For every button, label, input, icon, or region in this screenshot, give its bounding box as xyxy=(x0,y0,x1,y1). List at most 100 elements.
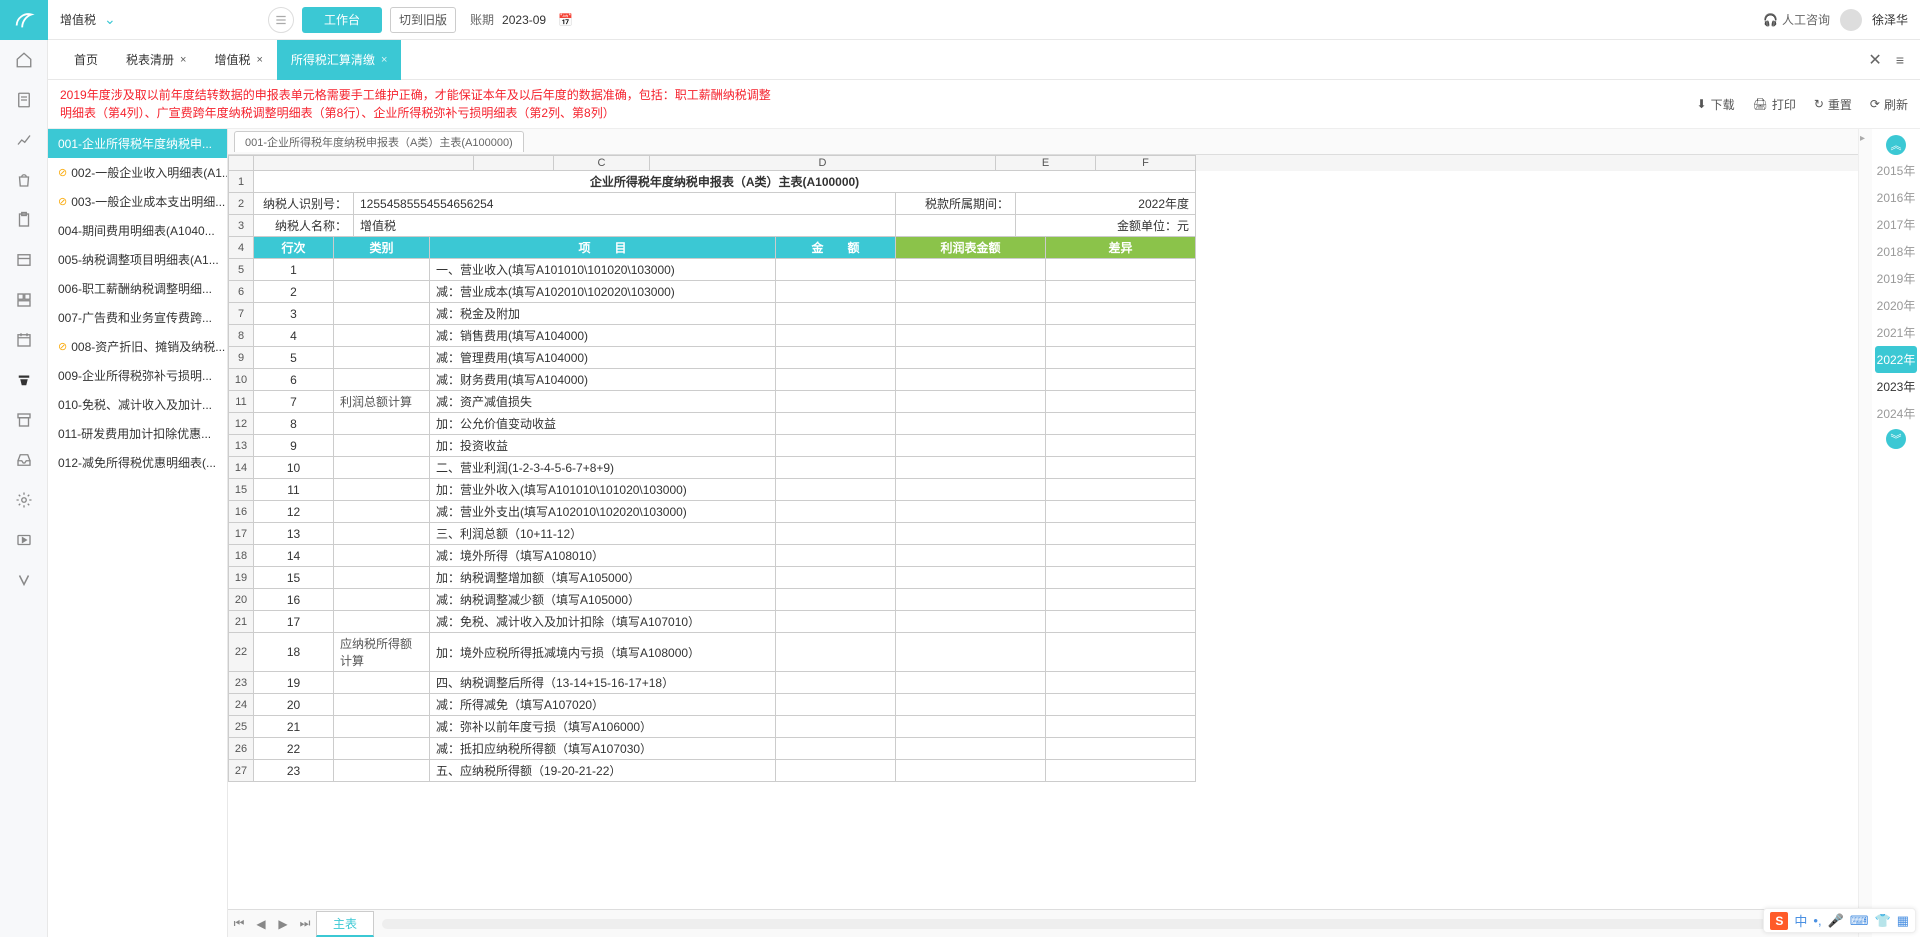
pl-amount-cell[interactable] xyxy=(896,672,1046,694)
diff-cell[interactable] xyxy=(1046,545,1196,567)
taxpayer-name-value[interactable]: 增值税 xyxy=(354,215,896,237)
year-down-icon[interactable]: ︾ xyxy=(1886,429,1906,449)
tax-period-value[interactable]: 2022年度 xyxy=(1016,193,1196,215)
close-icon[interactable]: × xyxy=(381,54,387,66)
item-cell[interactable]: 加：纳税调整增加额（填写A105000） xyxy=(430,567,776,589)
diff-cell[interactable] xyxy=(1046,611,1196,633)
item-cell[interactable]: 减：税金及附加 xyxy=(430,303,776,325)
ime-skin-icon[interactable]: 👕 xyxy=(1875,913,1891,929)
page-tab[interactable]: 首页 xyxy=(60,40,112,80)
ime-keyboard-icon[interactable]: ⌨ xyxy=(1850,913,1869,929)
nav-archive-icon[interactable] xyxy=(0,400,48,440)
diff-cell[interactable] xyxy=(1046,501,1196,523)
diff-cell[interactable] xyxy=(1046,694,1196,716)
sheet-nav-last-icon[interactable]: ⏭ xyxy=(294,916,316,931)
pl-amount-cell[interactable] xyxy=(896,523,1046,545)
amount-cell[interactable] xyxy=(776,457,896,479)
app-logo[interactable] xyxy=(0,0,48,40)
nav-video-icon[interactable] xyxy=(0,520,48,560)
diff-cell[interactable] xyxy=(1046,413,1196,435)
amount-cell[interactable] xyxy=(776,589,896,611)
tree-item[interactable]: ⊘003-一般企业成本支出明细... xyxy=(48,187,227,216)
item-cell[interactable]: 五、应纳税所得额（19-20-21-22） xyxy=(430,760,776,782)
sheet-tab-main[interactable]: 主表 xyxy=(316,911,374,937)
ime-toolbox-icon[interactable]: ▦ xyxy=(1897,913,1909,929)
year-option[interactable]: 2023年 xyxy=(1875,373,1917,400)
nav-settings-icon[interactable] xyxy=(0,480,48,520)
year-option[interactable]: 2021年 xyxy=(1875,319,1917,346)
amount-cell[interactable] xyxy=(776,413,896,435)
nav-clipboard-icon[interactable] xyxy=(0,200,48,240)
pl-amount-cell[interactable] xyxy=(896,303,1046,325)
sheet-nav-first-icon[interactable]: ⏮ xyxy=(228,916,250,931)
page-tab[interactable]: 所得税汇算清缴× xyxy=(277,40,401,80)
diff-cell[interactable] xyxy=(1046,347,1196,369)
pl-amount-cell[interactable] xyxy=(896,694,1046,716)
item-cell[interactable]: 加：营业外收入(填写A101010\101020\103000) xyxy=(430,479,776,501)
item-cell[interactable]: 三、利润总额（10+11-12） xyxy=(430,523,776,545)
nav-bag-icon[interactable] xyxy=(0,160,48,200)
item-cell[interactable]: 减：抵扣应纳税所得额（填写A107030） xyxy=(430,738,776,760)
amount-cell[interactable] xyxy=(776,716,896,738)
diff-cell[interactable] xyxy=(1046,369,1196,391)
year-option[interactable]: 2018年 xyxy=(1875,238,1917,265)
amount-cell[interactable] xyxy=(776,369,896,391)
pl-amount-cell[interactable] xyxy=(896,716,1046,738)
pl-amount-cell[interactable] xyxy=(896,479,1046,501)
expand-right-icon[interactable]: ▸ xyxy=(1860,133,1865,144)
close-icon[interactable]: × xyxy=(256,54,262,66)
pl-amount-cell[interactable] xyxy=(896,369,1046,391)
item-cell[interactable]: 减：管理费用(填写A104000) xyxy=(430,347,776,369)
ime-logo-icon[interactable]: S xyxy=(1770,912,1788,930)
amount-cell[interactable] xyxy=(776,567,896,589)
year-option[interactable]: 2024年 xyxy=(1875,400,1917,427)
diff-cell[interactable] xyxy=(1046,479,1196,501)
amount-cell[interactable] xyxy=(776,435,896,457)
year-option[interactable]: 2022年 xyxy=(1875,346,1917,373)
item-cell[interactable]: 减：营业成本(填写A102010\102020\103000) xyxy=(430,281,776,303)
diff-cell[interactable] xyxy=(1046,760,1196,782)
tree-item[interactable]: 011-研发费用加计扣除优惠... xyxy=(48,419,227,448)
amount-cell[interactable] xyxy=(776,325,896,347)
diff-cell[interactable] xyxy=(1046,589,1196,611)
amount-cell[interactable] xyxy=(776,545,896,567)
reset-action[interactable]: ↻重置 xyxy=(1814,96,1852,113)
diff-cell[interactable] xyxy=(1046,457,1196,479)
amount-cell[interactable] xyxy=(776,611,896,633)
pl-amount-cell[interactable] xyxy=(896,457,1046,479)
amount-cell[interactable] xyxy=(776,479,896,501)
workbench-button[interactable]: 工作台 xyxy=(302,7,382,33)
pl-amount-cell[interactable] xyxy=(896,633,1046,672)
amount-cell[interactable] xyxy=(776,281,896,303)
pl-amount-cell[interactable] xyxy=(896,501,1046,523)
org-selector[interactable]: 增值税 ⌄ xyxy=(60,11,260,28)
nav-template-icon[interactable] xyxy=(0,280,48,320)
page-tab[interactable]: 增值税× xyxy=(200,40,276,80)
amount-cell[interactable] xyxy=(776,303,896,325)
pl-amount-cell[interactable] xyxy=(896,281,1046,303)
item-cell[interactable]: 加：投资收益 xyxy=(430,435,776,457)
ime-lang-icon[interactable]: 中 xyxy=(1794,911,1807,930)
diff-cell[interactable] xyxy=(1046,259,1196,281)
sheet-nav-next-icon[interactable]: ▶ xyxy=(272,917,294,931)
nav-v-icon[interactable] xyxy=(0,560,48,600)
download-action[interactable]: ⬇下载 xyxy=(1697,96,1735,113)
item-cell[interactable]: 减：境外所得（填写A108010） xyxy=(430,545,776,567)
amount-cell[interactable] xyxy=(776,501,896,523)
item-cell[interactable]: 加：境外应税所得抵减境内亏损（填写A108000） xyxy=(430,633,776,672)
pl-amount-cell[interactable] xyxy=(896,760,1046,782)
nav-home-icon[interactable] xyxy=(0,40,48,80)
pl-amount-cell[interactable] xyxy=(896,391,1046,413)
item-cell[interactable]: 一、营业收入(填写A101010\101020\103000) xyxy=(430,259,776,281)
item-cell[interactable]: 减：财务费用(填写A104000) xyxy=(430,369,776,391)
item-cell[interactable]: 减：弥补以前年度亏损（填写A106000） xyxy=(430,716,776,738)
amount-cell[interactable] xyxy=(776,672,896,694)
list-toggle-button[interactable] xyxy=(268,7,294,33)
nav-doc-icon[interactable] xyxy=(0,80,48,120)
nav-inbox-icon[interactable] xyxy=(0,440,48,480)
pl-amount-cell[interactable] xyxy=(896,259,1046,281)
item-cell[interactable]: 加：公允价值变动收益 xyxy=(430,413,776,435)
item-cell[interactable]: 二、营业利润(1-2-3-4-5-6-7+8+9) xyxy=(430,457,776,479)
switch-old-button[interactable]: 切到旧版 xyxy=(390,7,456,33)
year-up-icon[interactable]: ︽ xyxy=(1886,135,1906,155)
